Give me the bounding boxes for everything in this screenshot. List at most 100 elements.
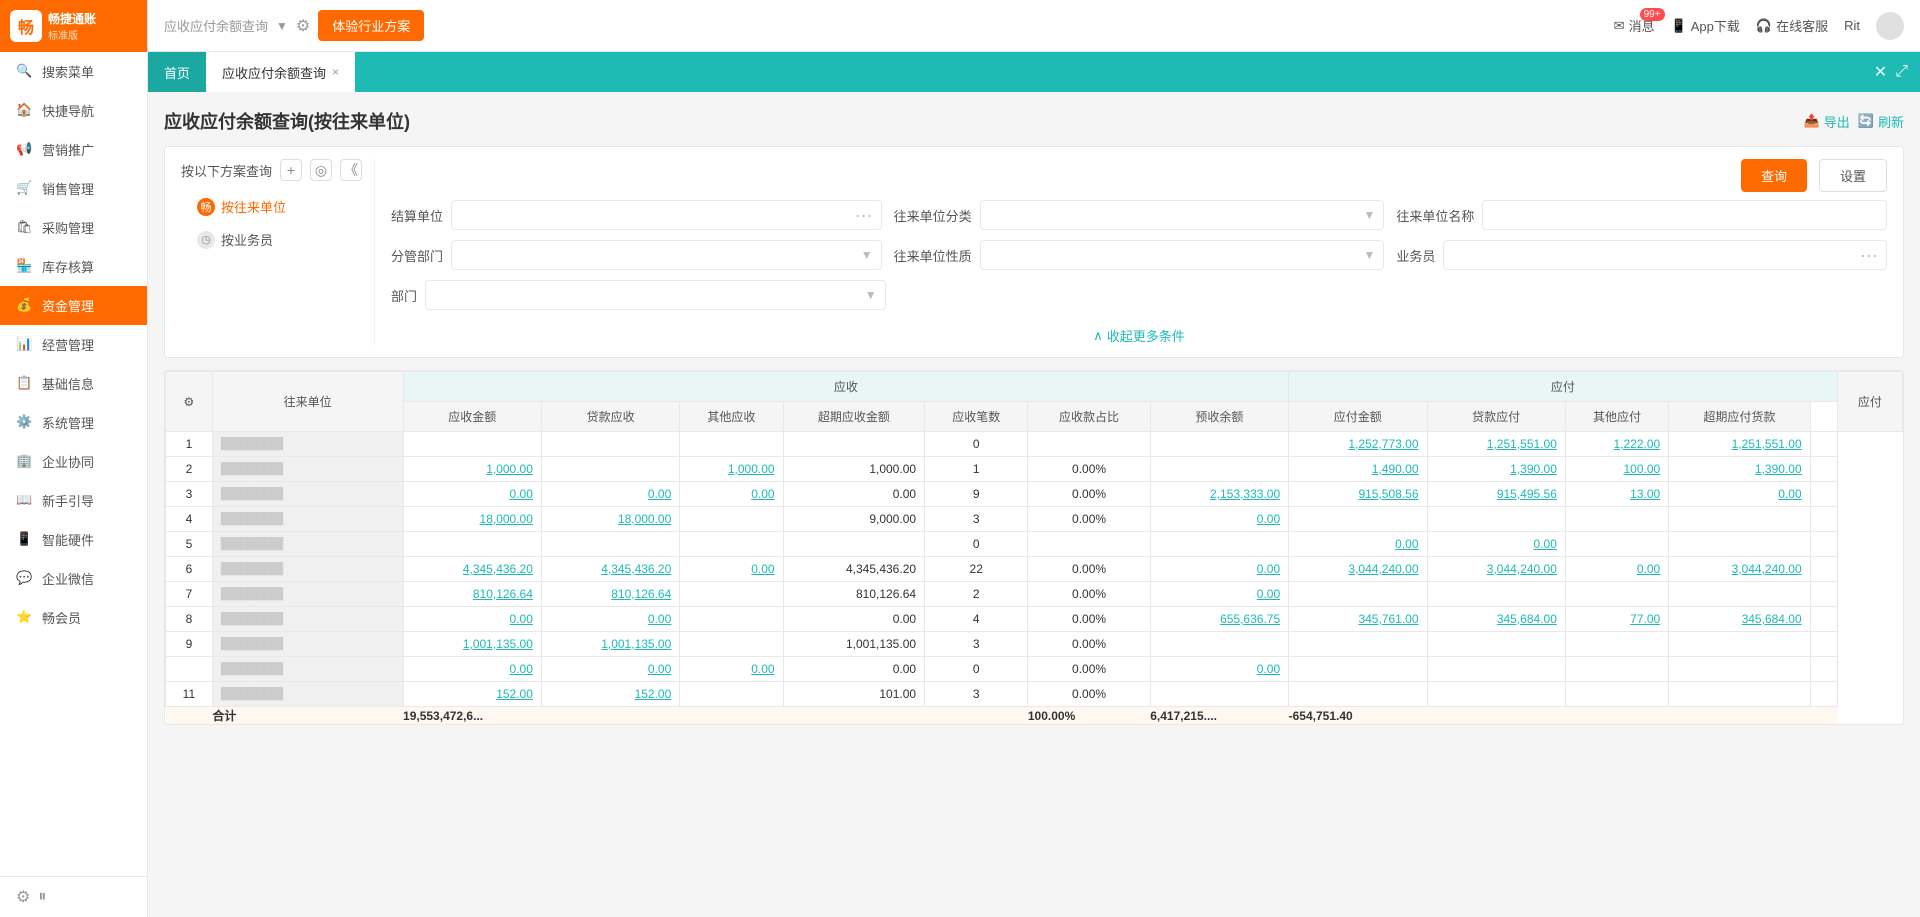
collapse-up-icon: ∧ xyxy=(1093,328,1103,344)
th-yf-credit: 贷款应付 xyxy=(1427,402,1565,432)
unit-category-select[interactable]: ▼ xyxy=(980,200,1385,230)
system-icon: ⚙️ xyxy=(16,414,34,432)
online-service-link[interactable]: 🎧 在线客服 xyxy=(1756,16,1828,35)
filter-collapse-btn[interactable]: ∧ 收起更多条件 xyxy=(391,320,1887,345)
solution-button[interactable]: 体验行业方案 xyxy=(318,10,424,41)
sidebar-item-base-info[interactable]: 📋 基础信息 xyxy=(0,364,147,403)
table-row: 1████████01,252,773.001,251,551.001,222.… xyxy=(166,432,1903,457)
sidebar-item-marketing[interactable]: 📢 营销推广 xyxy=(0,130,147,169)
settlement-unit-input[interactable]: ··· xyxy=(451,200,882,230)
sidebar-item-operation[interactable]: 📊 经营管理 xyxy=(0,325,147,364)
search-menu-icon: 🔍 xyxy=(16,63,34,81)
filter-unit-nature: 往来单位性质 ▼ xyxy=(894,240,1385,270)
scheme-by-staff[interactable]: ◷ 按业务员 xyxy=(189,226,362,253)
table-row: 3████████0.000.000.000.0090.00%2,153,333… xyxy=(166,482,1903,507)
message-badge: 99+ xyxy=(1640,8,1665,21)
tab-close-icon[interactable]: × xyxy=(332,65,339,79)
th-settings[interactable]: ⚙ xyxy=(166,372,213,432)
collapse-icon[interactable]: ⏸ xyxy=(38,888,46,906)
footer-yf-amount: -654,751.40 xyxy=(1289,707,1427,725)
topbar-gear-icon[interactable]: ⚙ xyxy=(296,16,310,36)
topbar-chevron-icon: ▼ xyxy=(276,19,288,33)
table-row: 4████████18,000.0018,000.009,000.0030.00… xyxy=(166,507,1903,532)
filter-salesman: 业务员 ··· xyxy=(1396,240,1887,270)
sidebar-item-sales[interactable]: 🛒 销售管理 xyxy=(0,169,147,208)
sidebar-item-inventory[interactable]: 🏪 库存核算 xyxy=(0,247,147,286)
page-title: 应收应付余额查询(按往来单位) xyxy=(164,108,410,134)
filter-unit-category: 往来单位分类 ▼ xyxy=(894,200,1385,230)
filter-row-1: 结算单位 ··· 往来单位分类 ▼ 往来单位 xyxy=(391,200,1887,230)
scheme-by-unit[interactable]: 畅 按往来单位 xyxy=(189,193,362,220)
settings-bottom-icon[interactable]: ⚙ xyxy=(16,887,30,907)
sales-icon: 🛒 xyxy=(16,180,34,198)
sidebar-item-guide[interactable]: 📖 新手引导 xyxy=(0,481,147,520)
tab-maximize-icon[interactable]: ⤢ xyxy=(1895,63,1908,81)
th-ys-credit: 贷款应收 xyxy=(541,402,679,432)
filter-layout: 按以下方案查询 + ◎ 《 畅 按往来单位 ◷ 按业务员 xyxy=(181,159,1887,345)
export-button[interactable]: 📤 导出 xyxy=(1804,112,1850,131)
sidebar-item-smart-hw[interactable]: 📱 智能硬件 xyxy=(0,520,147,559)
service-icon: 🎧 xyxy=(1756,18,1772,34)
refresh-icon: 🔄 xyxy=(1858,113,1874,129)
refresh-button[interactable]: 🔄 刷新 xyxy=(1858,112,1904,131)
filter-header: 按以下方案查询 + ◎ 《 xyxy=(181,159,362,181)
sidebar-item-enterprise[interactable]: 🏢 企业协同 xyxy=(0,442,147,481)
sidebar-item-purchase[interactable]: 🛍 采购管理 xyxy=(0,208,147,247)
unit-name-input[interactable] xyxy=(1482,200,1887,230)
sidebar-item-fund[interactable]: 💰 资金管理 xyxy=(0,286,147,325)
filter-back-btn[interactable]: 《 xyxy=(340,159,362,181)
filter-dept: 分管部门 ▼ xyxy=(391,240,882,270)
export-icon: 📤 xyxy=(1804,113,1820,129)
footer-ys-prepay: 6,417,215.... xyxy=(1150,707,1288,725)
department-select[interactable]: ▼ xyxy=(425,280,886,310)
query-button[interactable]: 查询 xyxy=(1741,159,1807,192)
salesman-input[interactable]: ··· xyxy=(1443,240,1887,270)
footer-ys-ratio: 100.00% xyxy=(1028,707,1150,725)
unit-nature-select[interactable]: ▼ xyxy=(980,240,1385,270)
page-actions: 📤 导出 🔄 刷新 xyxy=(1804,112,1904,131)
sidebar-item-search-menu[interactable]: 🔍 搜索菜单 xyxy=(0,52,147,91)
message-button[interactable]: ✉ 消息 99+ xyxy=(1614,16,1655,35)
th-extra: 应付 xyxy=(1837,372,1902,432)
th-ys-other: 其他应收 xyxy=(680,402,783,432)
th-group-yingshou: 应收 xyxy=(403,372,1289,402)
table-container: ⚙ 往来单位 应收 应付 应付 应收金额 贷款应收 其他应收 超期应收金额 应收… xyxy=(164,370,1904,725)
base-info-icon: 📋 xyxy=(16,375,34,393)
table-row: 9████████1,001,135.001,001,135.001,001,1… xyxy=(166,632,1903,657)
marketing-icon: 📢 xyxy=(16,141,34,159)
th-ys-count: 应收笔数 xyxy=(925,402,1028,432)
table-row: 5████████00.000.00 xyxy=(166,532,1903,557)
topbar-right: ✉ 消息 99+ 📱 App下载 🎧 在线客服 Rit xyxy=(1614,12,1904,40)
tab-balance-query[interactable]: 应收应付余额查询 × xyxy=(206,52,355,92)
settlement-unit-dots[interactable]: ··· xyxy=(855,205,873,226)
sidebar-item-quick-nav[interactable]: 🏠 快捷导航 xyxy=(0,91,147,130)
settings-button[interactable]: 设置 xyxy=(1819,159,1887,192)
tab-actions: ✕ ⤢ xyxy=(1862,52,1920,92)
tab-home[interactable]: 首页 xyxy=(148,52,206,92)
th-yf-other: 其他应付 xyxy=(1565,402,1668,432)
th-ys-overdue: 超期应收金额 xyxy=(783,402,924,432)
th-ys-ratio: 应收款占比 xyxy=(1028,402,1150,432)
dept-chevron: ▼ xyxy=(861,248,873,262)
user-name[interactable]: Rit xyxy=(1844,18,1860,33)
filter-add-btn[interactable]: + xyxy=(280,159,302,181)
sidebar-item-vip[interactable]: ⭐ 畅会员 xyxy=(0,598,147,637)
sidebar-item-wechat[interactable]: 💬 企业微信 xyxy=(0,559,147,598)
data-table: ⚙ 往来单位 应收 应付 应付 应收金额 贷款应收 其他应收 超期应收金额 应收… xyxy=(165,371,1903,724)
th-ys-amount: 应收金额 xyxy=(403,402,541,432)
sidebar-bottom: ⚙ ⏸ xyxy=(0,876,147,917)
dept-select[interactable]: ▼ xyxy=(451,240,882,270)
vip-icon: ⭐ xyxy=(16,609,34,627)
filter-scheme-panel: 按以下方案查询 + ◎ 《 畅 按往来单位 ◷ 按业务员 xyxy=(181,159,375,345)
table-row: ████████0.000.000.000.0000.00%0.00 xyxy=(166,657,1903,682)
salesman-dots[interactable]: ··· xyxy=(1860,245,1878,266)
sidebar-item-system[interactable]: ⚙️ 系统管理 xyxy=(0,403,147,442)
filter-unit-name: 往来单位名称 xyxy=(1396,200,1887,230)
app-download-link[interactable]: 📱 App下载 xyxy=(1671,16,1740,35)
th-yf-amount: 应付金额 xyxy=(1289,402,1427,432)
tab-close-window-icon[interactable]: ✕ xyxy=(1874,62,1887,82)
filter-target-btn[interactable]: ◎ xyxy=(310,159,332,181)
main-content: 应收应付余额查询(按往来单位) 📤 导出 🔄 刷新 按以下方案查询 + ◎ 《 xyxy=(148,92,1920,917)
avatar[interactable] xyxy=(1876,12,1904,40)
operation-icon: 📊 xyxy=(16,336,34,354)
